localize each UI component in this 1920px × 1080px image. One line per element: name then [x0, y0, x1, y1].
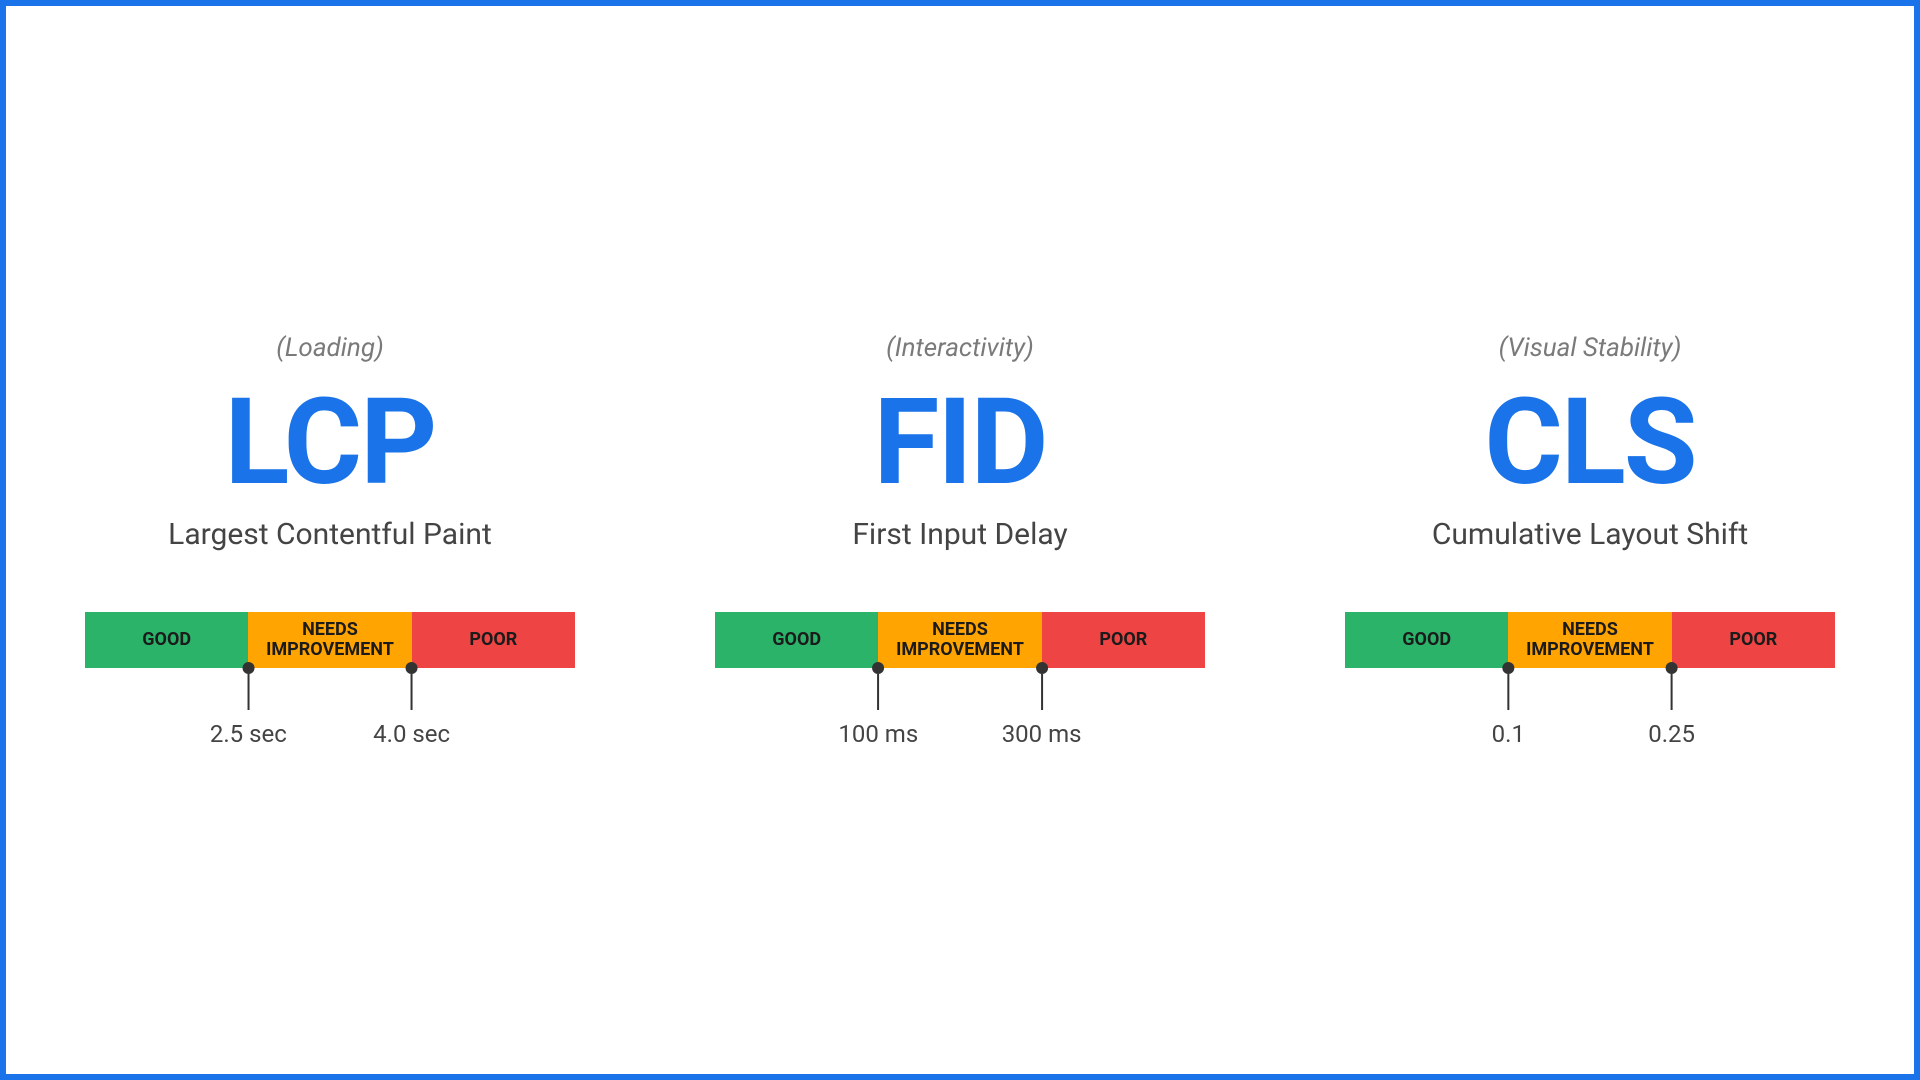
threshold-bar: GOOD NEEDSIMPROVEMENT POOR	[85, 612, 575, 668]
tick-dot-icon	[1036, 662, 1048, 674]
threshold-tick-low: 2.5 sec	[210, 668, 287, 748]
segment-poor: POOR	[1672, 612, 1835, 668]
threshold-low-label: 100 ms	[838, 720, 918, 748]
metric-fullname: Largest Contentful Paint	[168, 517, 492, 552]
metric-abbr: FID	[874, 383, 1047, 503]
threshold-ticks: 2.5 sec 4.0 sec	[85, 668, 575, 748]
segment-good: GOOD	[1345, 612, 1508, 668]
metric-category: (Visual Stability)	[1499, 333, 1682, 363]
tick-dot-icon	[1502, 662, 1514, 674]
metric-abbr: CLS	[1484, 383, 1695, 503]
metrics-row: (Loading) LCP Largest Contentful Paint G…	[6, 333, 1914, 748]
tick-dot-icon	[872, 662, 884, 674]
tick-line-icon	[1507, 674, 1509, 710]
threshold-low-label: 2.5 sec	[210, 720, 287, 748]
metric-cls: (Visual Stability) CLS Cumulative Layout…	[1345, 333, 1835, 748]
threshold-tick-low: 100 ms	[838, 668, 918, 748]
segment-good: GOOD	[715, 612, 878, 668]
metric-fullname: Cumulative Layout Shift	[1432, 517, 1748, 552]
threshold-ticks: 100 ms 300 ms	[715, 668, 1205, 748]
segment-needs-improvement: NEEDSIMPROVEMENT	[878, 612, 1041, 668]
threshold-high-label: 300 ms	[1002, 720, 1082, 748]
metric-category: (Interactivity)	[886, 333, 1034, 363]
diagram-frame: (Loading) LCP Largest Contentful Paint G…	[0, 0, 1920, 1080]
segment-needs-improvement: NEEDSIMPROVEMENT	[248, 612, 411, 668]
metric-lcp: (Loading) LCP Largest Contentful Paint G…	[85, 333, 575, 748]
threshold-high-label: 0.25	[1648, 720, 1695, 748]
segment-needs-improvement: NEEDSIMPROVEMENT	[1508, 612, 1671, 668]
tick-dot-icon	[406, 662, 418, 674]
threshold-bar: GOOD NEEDSIMPROVEMENT POOR	[1345, 612, 1835, 668]
metric-category: (Loading)	[276, 333, 384, 363]
threshold-tick-high: 4.0 sec	[373, 668, 450, 748]
segment-poor: POOR	[1042, 612, 1205, 668]
tick-dot-icon	[242, 662, 254, 674]
threshold-tick-high: 0.25	[1648, 668, 1695, 748]
metric-fid: (Interactivity) FID First Input Delay GO…	[715, 333, 1205, 748]
metric-abbr: LCP	[224, 383, 435, 503]
segment-good: GOOD	[85, 612, 248, 668]
tick-line-icon	[1041, 674, 1043, 710]
threshold-ticks: 0.1 0.25	[1345, 668, 1835, 748]
threshold-bar: GOOD NEEDSIMPROVEMENT POOR	[715, 612, 1205, 668]
metric-fullname: First Input Delay	[852, 517, 1067, 552]
threshold-tick-high: 300 ms	[1002, 668, 1082, 748]
segment-poor: POOR	[412, 612, 575, 668]
threshold-tick-low: 0.1	[1492, 668, 1525, 748]
tick-line-icon	[411, 674, 413, 710]
threshold-low-label: 0.1	[1492, 720, 1525, 748]
tick-line-icon	[877, 674, 879, 710]
tick-line-icon	[247, 674, 249, 710]
threshold-high-label: 4.0 sec	[373, 720, 450, 748]
tick-line-icon	[1671, 674, 1673, 710]
tick-dot-icon	[1666, 662, 1678, 674]
